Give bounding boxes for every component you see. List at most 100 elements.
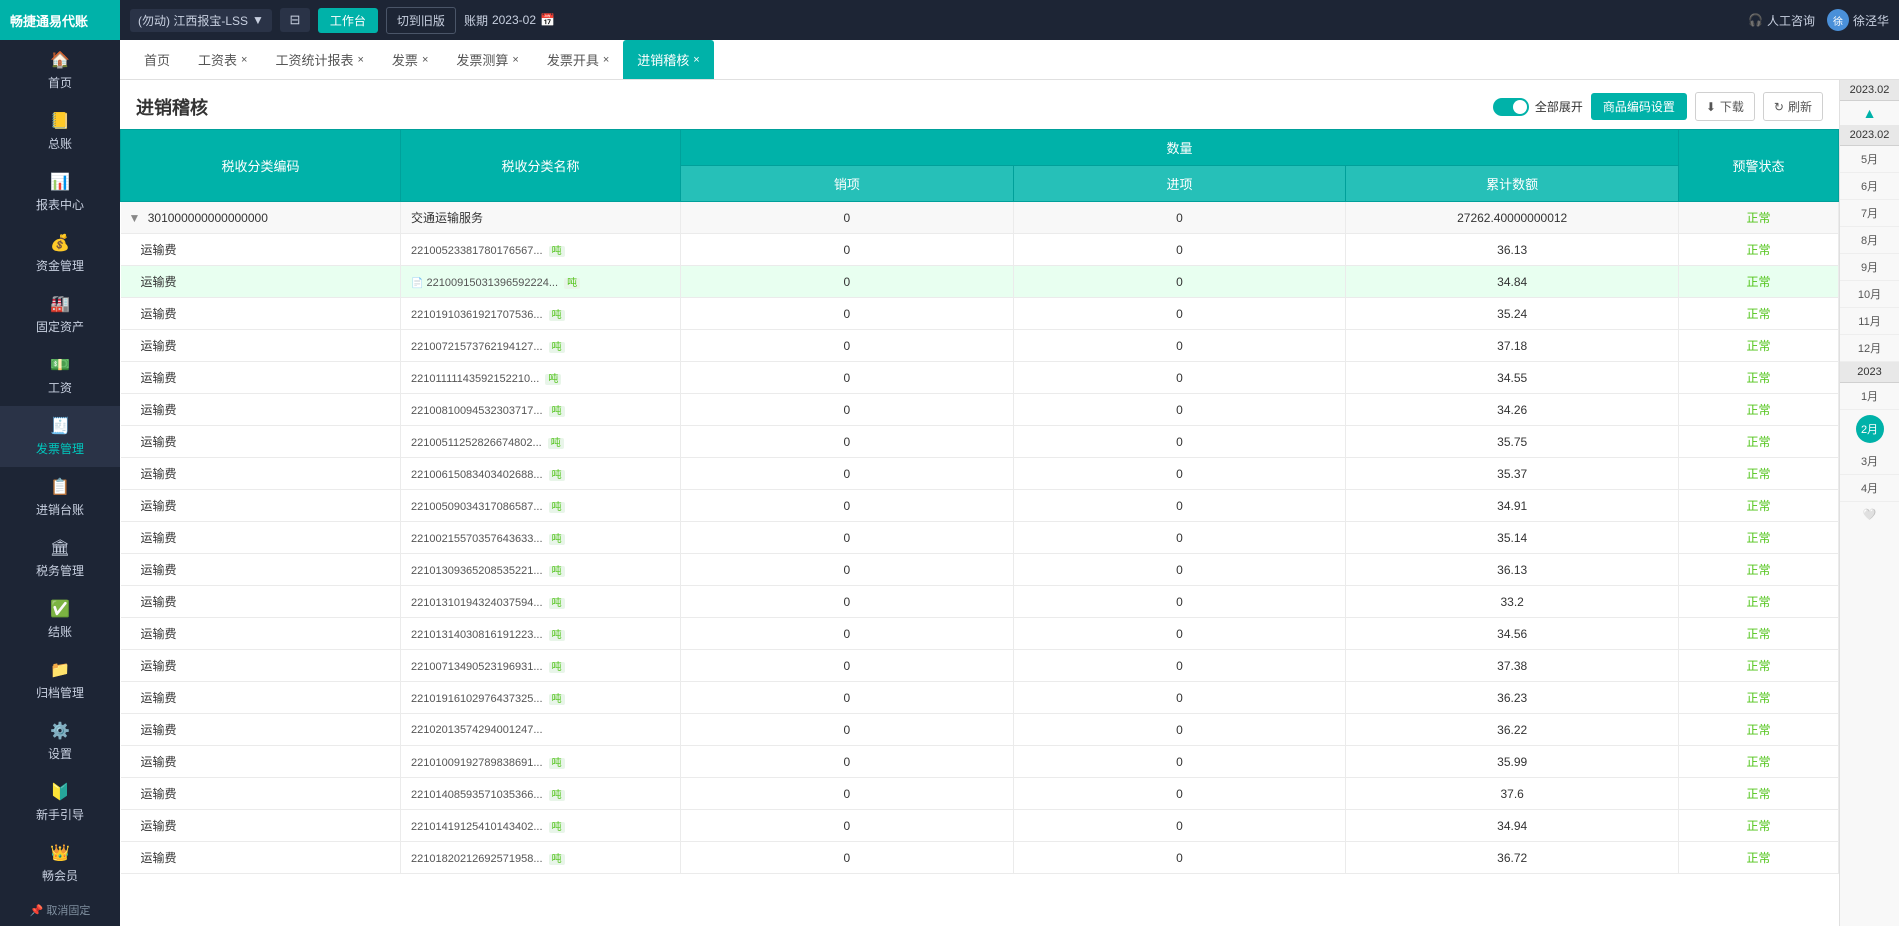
month-8[interactable]: 8月 [1840,227,1899,254]
sidebar-item-settings[interactable]: ⚙️ 设置 [0,711,120,772]
table-row-purchase: 0 [1013,298,1346,330]
table-row-cumulative: 34.84 [1346,266,1679,298]
table-row-invoice: 22101916102976437325... 吨 [401,682,681,714]
month-11[interactable]: 11月 [1840,308,1899,335]
table-row-status: 正常 [1679,522,1839,554]
copy-button[interactable]: ⊟ [280,8,310,32]
table-row-invoice: 22101419125410143402... 吨 [401,810,681,842]
page-title: 进销稽核 [136,94,208,120]
tab-invoice-open-close[interactable]: × [603,54,609,66]
tab-salary[interactable]: 工资表 × [184,40,261,79]
table-row-purchase: 0 [1013,426,1346,458]
tab-salary-close[interactable]: × [241,54,247,66]
table-row-invoice: 22100810094532303717... 吨 [401,394,681,426]
month-1[interactable]: 1月 [1840,383,1899,410]
sidebar-item-invoice[interactable]: 🧾 发票管理 [0,406,120,467]
table-row-cumulative: 27262.40000000012 [1346,202,1679,234]
table-row-invoice: 22100615083403402688... 吨 [401,458,681,490]
table-row-status: 正常 [1679,490,1839,522]
table-row-purchase: 0 [1013,746,1346,778]
tab-home[interactable]: 首页 [130,40,184,79]
sidebar-item-tax[interactable]: 🏛 税务管理 [0,528,120,589]
guide-icon: 🔰 [50,782,70,802]
month-3[interactable]: 3月 [1840,448,1899,475]
month-6[interactable]: 6月 [1840,173,1899,200]
tab-reconcile-label: 进销稽核 [637,50,689,69]
table-row-sale: 0 [681,426,1014,458]
sidebar-item-member[interactable]: 👑 畅会员 [0,833,120,894]
sidebar-item-label: 归档管理 [36,684,84,701]
download-button[interactable]: ⬇ 下载 [1695,92,1755,121]
sidebar-item-home[interactable]: 🏠 首页 [0,40,120,101]
tab-reconcile-close[interactable]: × [693,54,699,66]
home-icon: 🏠 [50,50,70,70]
heart-icon: 🤍 [1840,502,1899,527]
user-menu[interactable]: 徐 徐泾华 [1827,9,1889,31]
table-row-invoice: 22101111143592152210... 吨 [401,362,681,394]
tab-salary-stats-close[interactable]: × [357,54,363,66]
sidebar-item-guide[interactable]: 🔰 新手引导 [0,772,120,833]
th-sale: 销项 [681,166,1014,202]
tab-invoice-open[interactable]: 发票开具 × [533,40,623,79]
settings-button[interactable]: 商品编码设置 [1591,93,1687,120]
switch-old-button[interactable]: 切到旧版 [386,7,456,34]
workspace-button[interactable]: 工作台 [318,8,378,33]
month-2-active[interactable]: 2月 [1856,415,1884,443]
sidebar-item-label: 新手引导 [36,806,84,823]
table-row-cumulative: 37.6 [1346,778,1679,810]
tab-invoice[interactable]: 发票 × [378,40,442,79]
tab-invoice-calc-label: 发票测算 [456,50,508,69]
nav-up-arrow[interactable]: ▲ [1840,101,1899,125]
table-row-subname: 运输费 [121,330,401,362]
expand-toggle-container: 全部展开 [1493,98,1583,116]
month-4[interactable]: 4月 [1840,475,1899,502]
table-row-sale: 0 [681,586,1014,618]
sidebar-item-archive[interactable]: 📁 归档管理 [0,650,120,711]
calendar-icon[interactable]: 📅 [540,13,555,27]
table-row-cumulative: 35.14 [1346,522,1679,554]
sidebar-item-funds[interactable]: 💰 资金管理 [0,223,120,284]
expand-toggle-label: 全部展开 [1535,98,1583,115]
table-row-status: 正常 [1679,554,1839,586]
company-selector[interactable]: (勿动) 江西报宝-LSS ▼ [130,9,272,32]
month-12[interactable]: 12月 [1840,335,1899,362]
expand-toggle[interactable] [1493,98,1529,116]
table-row-status: 正常 [1679,362,1839,394]
month-5[interactable]: 5月 [1840,146,1899,173]
tab-salary-stats[interactable]: 工资统计报表 × [261,40,377,79]
table-row-status: 正常 [1679,202,1839,234]
table-row-purchase: 0 [1013,330,1346,362]
tab-reconcile[interactable]: 进销稽核 × [623,40,713,79]
sidebar-item-salary[interactable]: 💵 工资 [0,345,120,406]
table-row-subname: 运输费 [121,490,401,522]
tab-invoice-calc-close[interactable]: × [512,54,518,66]
support-button[interactable]: 🎧 人工咨询 [1748,12,1815,29]
ledger-icon: 📒 [50,111,70,131]
month-9[interactable]: 9月 [1840,254,1899,281]
tab-invoice-calc[interactable]: 发票测算 × [442,40,532,79]
download-icon: ⬇ [1706,100,1716,114]
refresh-button[interactable]: ↻ 刷新 [1763,92,1823,121]
sidebar-item-reports[interactable]: 📊 报表中心 [0,162,120,223]
assets-icon: 🏭 [50,294,70,314]
unpin-icon: 📌 [30,905,44,917]
table-row-subname: 运输费 [121,842,401,874]
sidebar-item-settlement[interactable]: ✅ 结账 [0,589,120,650]
tab-invoice-close[interactable]: × [422,54,428,66]
month-7[interactable]: 7月 [1840,200,1899,227]
table-row-invoice: 22100523381780176567... 吨 [401,234,681,266]
table-row-status: 正常 [1679,778,1839,810]
sidebar-item-assets[interactable]: 🏭 固定资产 [0,284,120,345]
table-row-cumulative: 34.55 [1346,362,1679,394]
sidebar-item-purchase[interactable]: 📋 进销台账 [0,467,120,528]
sidebar-item-label: 固定资产 [36,318,84,335]
table-row-subname: 运输费 [121,362,401,394]
year-2023: 2023 [1840,362,1899,383]
table-row-cumulative: 34.94 [1346,810,1679,842]
tabs-bar: 首页 工资表 × 工资统计报表 × 发票 × 发票测算 × 发票开具 × 进销稽… [120,40,1899,80]
unpin-button[interactable]: 📌 取消固定 [0,894,120,926]
period-label: 账期 [464,12,488,29]
table-row-purchase: 0 [1013,586,1346,618]
sidebar-item-ledger[interactable]: 📒 总账 [0,101,120,162]
month-10[interactable]: 10月 [1840,281,1899,308]
